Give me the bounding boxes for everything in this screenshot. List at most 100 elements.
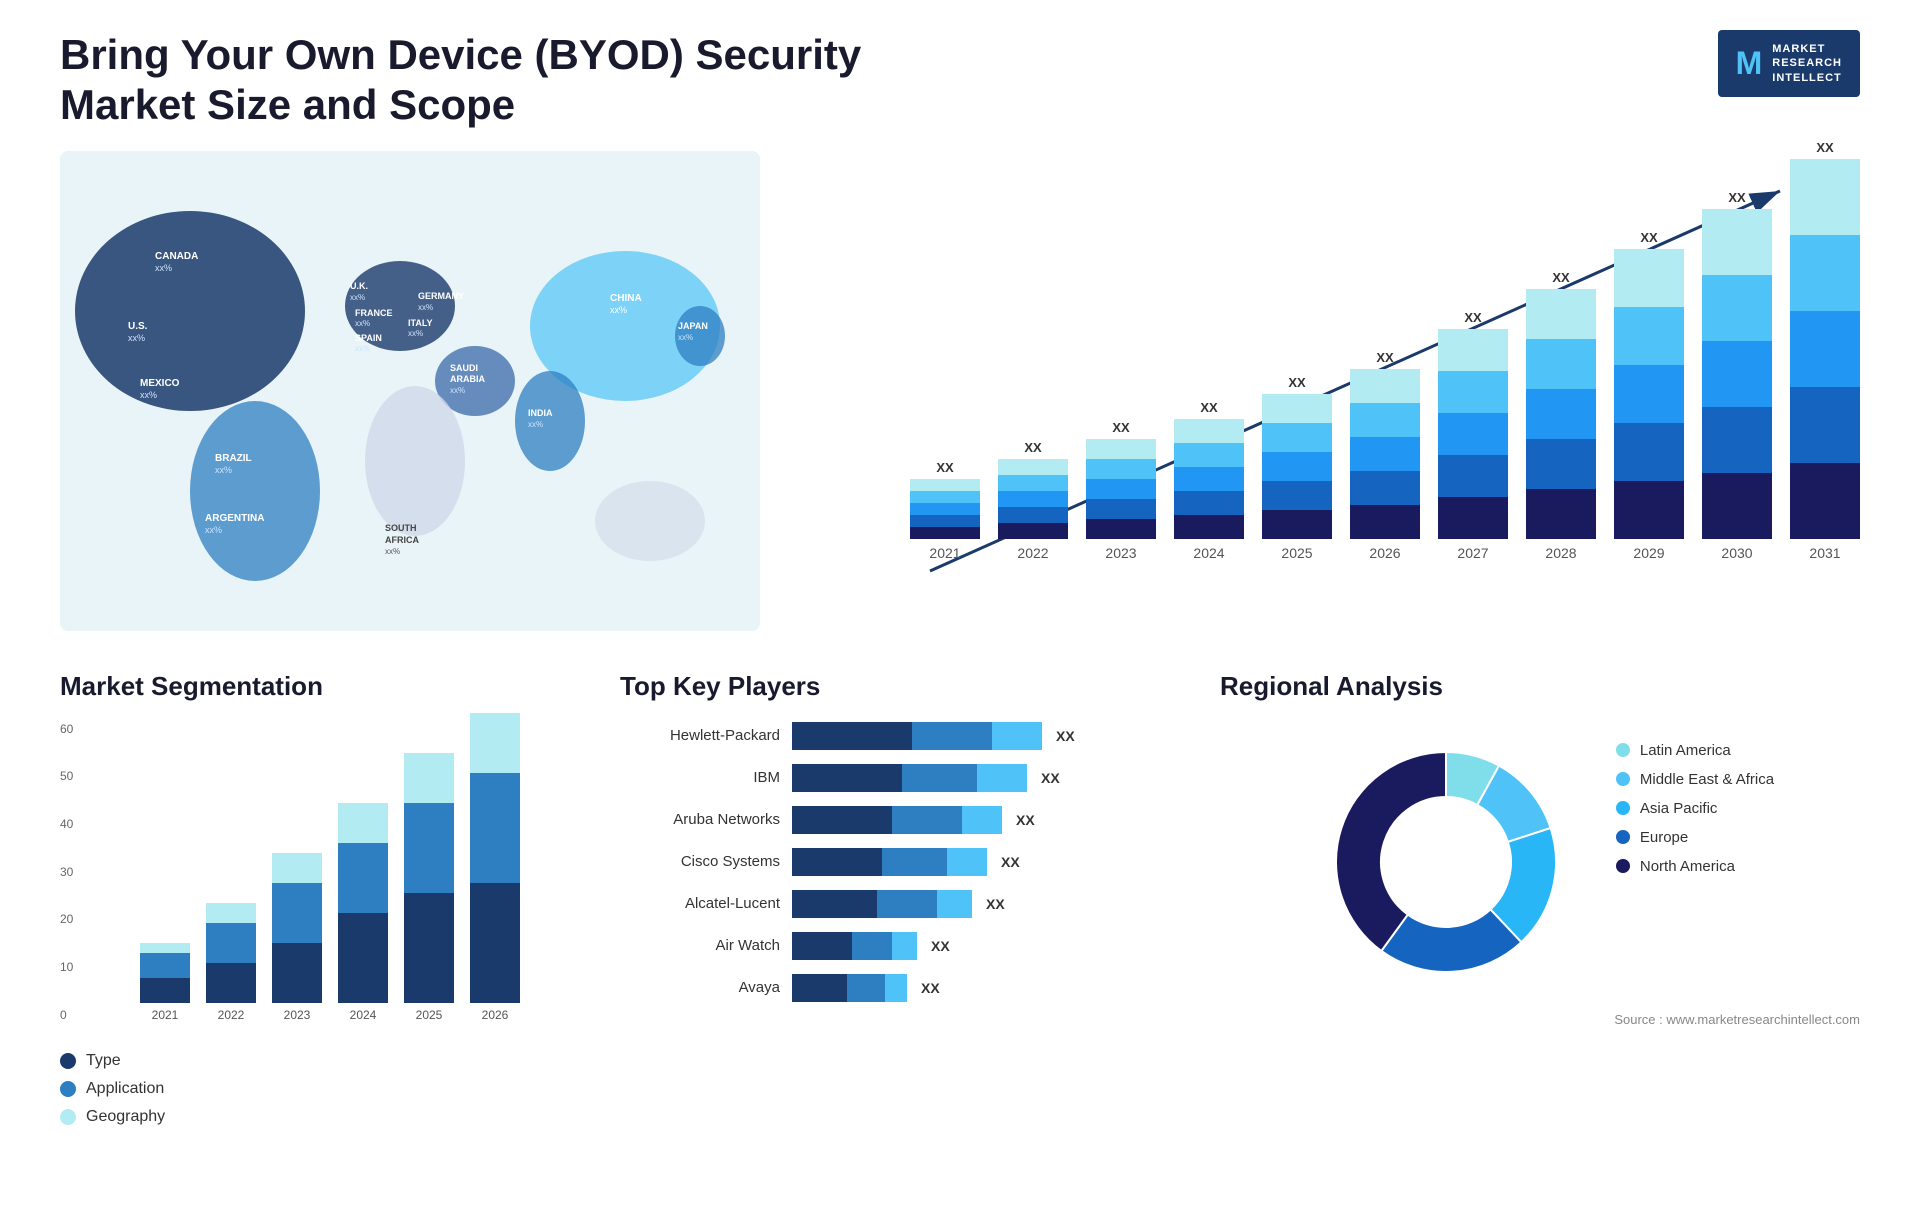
bar-year-label: 2024 [1193,545,1224,561]
bar-segment [1438,455,1508,497]
svg-text:xx%: xx% [610,305,627,315]
seg-bar-segment [140,943,190,953]
bar-xx-label: XX [1200,400,1217,415]
seg-bar-segment [206,903,256,923]
bar-year-label: 2022 [1017,545,1048,561]
logo-box: M MARKET RESEARCH INTELLECT [1718,30,1860,97]
regional-legend: Latin AmericaMiddle East & AfricaAsia Pa… [1616,742,1774,875]
seg-bar-segment [140,978,190,1003]
bar-year-label: 2030 [1721,545,1752,561]
logo-line2: RESEARCH [1772,56,1842,70]
seg-legend: TypeApplicationGeography [60,1052,580,1126]
seg-stacked-bar [140,943,190,1003]
seg-bar-segment [404,803,454,893]
player-row: Alcatel-LucentXX [620,890,1180,918]
seg-y-label: 20 [60,912,73,926]
bar-group: XX2022 [998,440,1068,561]
seg-stacked-bar [470,713,520,1003]
segmentation-container: Market Segmentation 0102030405060 202120… [60,671,580,1191]
seg-stacked-bar [404,753,454,1003]
player-row: IBMXX [620,764,1180,792]
player-xx-label: XX [1041,770,1060,786]
bar-segment [1086,499,1156,519]
stacked-bar [998,459,1068,539]
reg-legend-label: Europe [1640,829,1688,846]
legend-label: Geography [86,1108,165,1126]
bar-segment [1614,307,1684,365]
player-bar-wrap: XX [792,806,1180,834]
legend-dot [60,1081,76,1097]
player-name: Avaya [620,979,780,996]
player-bar-wrap: XX [792,932,1180,960]
top-section: CANADA xx% U.S. xx% MEXICO xx% BRAZIL xx… [60,151,1860,631]
bar-xx-label: XX [1288,375,1305,390]
map-container: CANADA xx% U.S. xx% MEXICO xx% BRAZIL xx… [60,151,760,631]
seg-bar-segment [404,753,454,803]
seg-stacked-bar [206,903,256,1003]
player-bar-segment [912,722,992,750]
bar-segment [1174,467,1244,491]
world-map-svg: CANADA xx% U.S. xx% MEXICO xx% BRAZIL xx… [60,151,760,631]
player-bar-segment [977,764,1027,792]
svg-text:xx%: xx% [355,344,370,353]
svg-text:xx%: xx% [350,293,365,302]
seg-year-label: 2024 [350,1008,377,1022]
player-bar [792,932,917,960]
reg-legend-item: Latin America [1616,742,1774,759]
player-bar-segment [962,806,1002,834]
svg-text:CANADA: CANADA [155,251,198,262]
segmentation-title: Market Segmentation [60,671,580,702]
bar-segment [1702,341,1772,407]
svg-text:CHINA: CHINA [610,293,642,304]
seg-bar-segment [338,913,388,1003]
bar-xx-label: XX [1640,230,1657,245]
bar-segment [998,459,1068,475]
player-bar-segment [792,974,847,1002]
svg-text:SAUDI: SAUDI [450,363,478,373]
bar-group: XX2025 [1262,375,1332,561]
logo-text: MARKET RESEARCH INTELLECT [1772,42,1842,85]
stacked-bar [1262,394,1332,539]
bar-segment [1174,419,1244,443]
svg-text:xx%: xx% [140,390,157,400]
bar-group: XX2026 [1350,350,1420,561]
bar-segment [1438,413,1508,455]
bar-segment [998,507,1068,523]
reg-legend-item: North America [1616,858,1774,875]
bar-segment [1790,159,1860,235]
regional-container: Regional Analysis Latin AmericaMiddle Ea… [1220,671,1860,1191]
bar-segment [1790,235,1860,311]
players-container: Top Key Players Hewlett-PackardXXIBMXXAr… [620,671,1180,1191]
seg-stacked-bar [272,853,322,1003]
bar-segment [1614,365,1684,423]
bar-segment [998,523,1068,539]
seg-y-axis: 0102030405060 [60,722,73,1022]
bar-year-label: 2023 [1105,545,1136,561]
svg-text:SPAIN: SPAIN [355,333,382,343]
bar-xx-label: XX [936,460,953,475]
player-bar-wrap: XX [792,890,1180,918]
svg-text:xx%: xx% [385,547,400,556]
player-bar [792,806,1002,834]
player-xx-label: XX [1056,728,1075,744]
bar-segment [998,491,1068,507]
bar-group: XX2029 [1614,230,1684,561]
reg-legend-dot [1616,743,1630,757]
reg-legend-label: Middle East & Africa [1640,771,1774,788]
svg-text:ARABIA: ARABIA [450,374,485,384]
bar-year-label: 2021 [929,545,960,561]
svg-text:xx%: xx% [678,333,693,342]
bar-segment [1526,439,1596,489]
svg-text:xx%: xx% [205,525,222,535]
donut-slice [1336,752,1446,951]
player-bar-segment [792,722,912,750]
seg-stacked-bar [338,803,388,1003]
svg-text:JAPAN: JAPAN [678,321,708,331]
seg-bar-segment [140,953,190,978]
player-name: Cisco Systems [620,853,780,870]
bar-segment [1262,510,1332,539]
svg-text:INDIA: INDIA [528,408,553,418]
player-bar-segment [792,806,892,834]
seg-bar-segment [272,853,322,883]
player-row: AvayaXX [620,974,1180,1002]
